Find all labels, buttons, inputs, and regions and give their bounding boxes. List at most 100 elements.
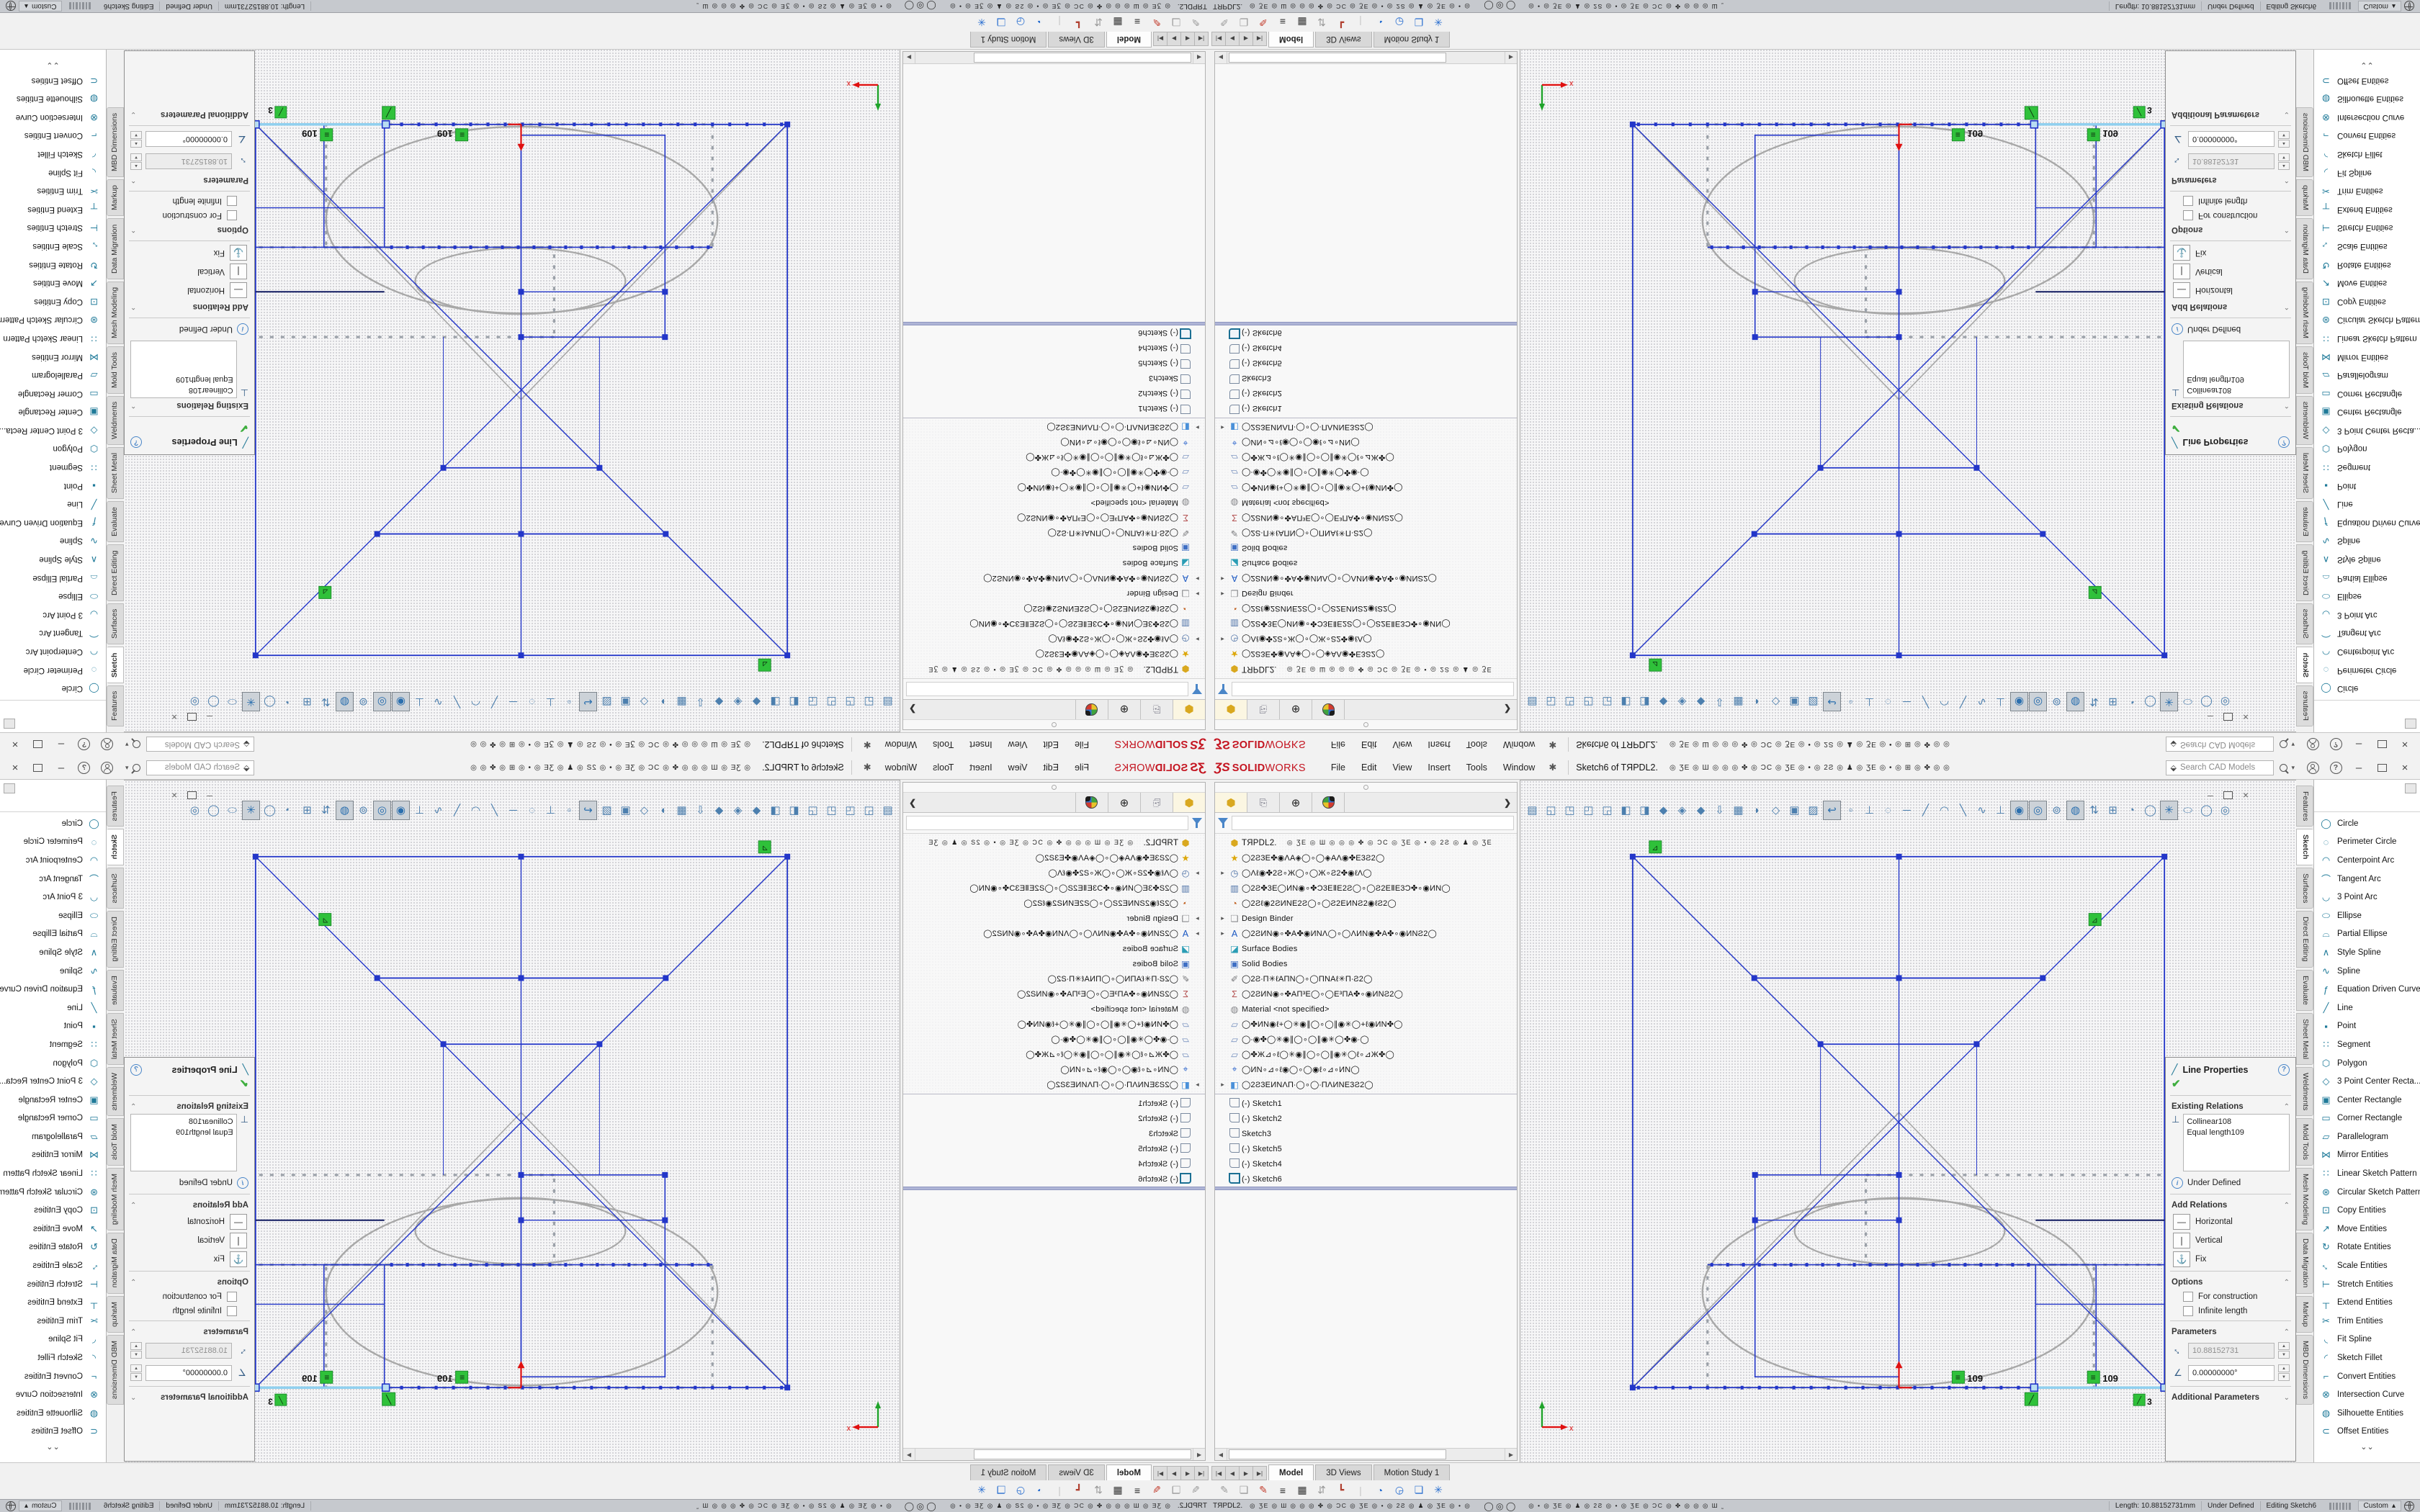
restore-button[interactable]: [2371, 759, 2393, 776]
scroll-thumb[interactable]: [1229, 53, 1446, 63]
tree-item[interactable]: ⌖ ◯ИN∘⊿∘ℓ◉◯∘◯◉ℓ∘⊿∘ИN◯: [903, 435, 1205, 450]
spinner[interactable]: ▲▼: [130, 1342, 142, 1359]
tree-split-bar[interactable]: [903, 322, 1205, 325]
palette-tool[interactable]: ◠ Centerpoint Arc: [2314, 851, 2420, 870]
palette-tool[interactable]: ◍ Silhouette Entities: [2314, 89, 2420, 108]
configurationmanager-tab[interactable]: ⊕: [1280, 700, 1312, 719]
display-style-selector[interactable]: Custom ▴: [2358, 1, 2401, 12]
palette-tool[interactable]: ∷ Linear Sketch Pattern: [0, 1164, 106, 1183]
tree-item[interactable]: A ◯2ƧИN◉∘✤A✤◉ИNΛ◯∘◯ΛИN◉✤A✤∘◉ИNƧ2◯: [903, 926, 1205, 941]
tree-item[interactable]: ⌖ ◯ИN∘⊿∘ℓ◉◯∘◯◉ℓ∘⊿∘ИN◯: [1215, 1062, 1517, 1077]
palette-tool[interactable]: ◡ 3 Point Arc: [2314, 606, 2420, 624]
section-existing-relations[interactable]: Existing Relations ⌃: [125, 398, 254, 414]
spinner[interactable]: ▲▼: [2278, 153, 2290, 170]
user-account-button[interactable]: [2302, 736, 2323, 753]
relation-tag-equal-1[interactable]: ≡ 109: [1952, 1371, 1983, 1384]
tree-root-item[interactable]: ⬢ TЯPDL2. ◎ ƷΕ ◎ Ш ◎ ◎ ◎ ✤ ◎ ƆC ◎ ƷΕ ◎ •…: [1215, 662, 1517, 677]
user-account-button[interactable]: [2302, 759, 2323, 776]
expander-icon[interactable]: [1218, 590, 1227, 598]
scroll-track[interactable]: [1227, 1449, 1505, 1460]
palette-tool[interactable]: ◟ Fit Spline: [2314, 1331, 2420, 1349]
scroll-left-arrow[interactable]: ◀: [1215, 1449, 1227, 1460]
commandmanager-tab[interactable]: Features: [2296, 685, 2313, 726]
tree-item[interactable]: ✐ ◯2Ƨ∙Π✳ℓAΠN◯∘◯ΠNAℓ✳Π∙Ƨ2◯: [1215, 971, 1517, 986]
sketch-rect-right[interactable]: [324, 125, 385, 248]
bottom-toolbar-icon[interactable]: ❏: [1235, 1482, 1252, 1498]
bottom-toolbar-icon[interactable]: ✳: [1430, 1482, 1447, 1498]
tree-item[interactable]: ◪ Surface Bodies: [903, 941, 1205, 956]
palette-tool[interactable]: ◇ 3 Point Center Recta...: [2314, 1072, 2420, 1091]
sketch-list-item[interactable]: (-) Sketch1: [903, 1096, 1205, 1111]
palette-tool[interactable]: ▪ Point: [2314, 1017, 2420, 1036]
parameter-field[interactable]: 0.00000000°: [2188, 1365, 2275, 1381]
spinner[interactable]: ▲▼: [130, 131, 142, 148]
tree-item[interactable]: ▥ ◯2Ƨ✤3Ε◯ИN◉∘✤Ɔ3ΕⅡΕ2Ƨ◯∘◯Ƨ2ΕⅡΕ3Ɔ✤∘◉ИN◯: [1215, 881, 1517, 896]
scroll-thumb[interactable]: [1229, 1449, 1446, 1459]
ok-checkmark-button[interactable]: ✔: [2166, 419, 2295, 435]
palette-tool[interactable]: ◯ Circle: [2314, 814, 2420, 833]
expander-icon[interactable]: [1218, 1081, 1227, 1089]
spinner[interactable]: ▲▼: [2278, 131, 2290, 148]
tree-item[interactable]: ◪ Surface Bodies: [903, 556, 1205, 571]
globe-icon[interactable]: [2404, 1, 2414, 12]
palette-tool[interactable]: ⊛ Circular Sketch Pattern: [0, 311, 106, 330]
commandmanager-tab[interactable]: Surfaces: [107, 603, 124, 644]
menu-item[interactable]: Tools: [925, 737, 962, 752]
relation-tag-equal-2[interactable]: ≡ 109: [302, 128, 333, 141]
palette-tool[interactable]: ⌐ Convert Entities: [2314, 1367, 2420, 1386]
bottom-toolbar-icon[interactable]: ◔: [1371, 1482, 1389, 1498]
commandmanager-tab[interactable]: Direct Editing: [107, 911, 124, 967]
expander-icon[interactable]: [1218, 635, 1227, 643]
collapse-icon[interactable]: ⌃: [2284, 226, 2290, 234]
add-relation-button[interactable]: ❘ Vertical: [125, 262, 254, 281]
tree-item[interactable]: A ◯2ƧИN◉∘✤A✤◉ИNΛ◯∘◯ΛИN◉✤A✤∘◉ИNƧ2◯: [903, 571, 1205, 586]
search-icon[interactable]: [2280, 764, 2287, 772]
panel-splitter-handle[interactable]: [903, 783, 1205, 793]
tab-nav-button[interactable]: ▶: [1239, 32, 1252, 46]
expander-icon[interactable]: [1193, 914, 1202, 922]
relation-tag-collinear-right[interactable]: ⊿: [2089, 586, 2101, 598]
expander-icon[interactable]: [1193, 590, 1202, 598]
tab-nav-button[interactable]: ▶|: [1252, 1466, 1267, 1480]
tree-filter-input[interactable]: [906, 682, 1188, 696]
sketch-list-item[interactable]: (-) Sketch2: [903, 386, 1205, 401]
relation-entry[interactable]: Collinear108: [134, 1117, 233, 1128]
palette-tool[interactable]: ⊡ Copy Entities: [2314, 292, 2420, 311]
palette-tool[interactable]: ◜ Sketch Fillet: [0, 145, 106, 163]
commandmanager-tab[interactable]: Weldments: [107, 396, 124, 445]
expander-icon[interactable]: [1193, 1081, 1202, 1089]
section-existing-relations[interactable]: Existing Relations ⌃: [2166, 398, 2295, 414]
palette-tool[interactable]: ∷ Segment: [2314, 1035, 2420, 1054]
scroll-left-arrow[interactable]: ◀: [1193, 1449, 1205, 1460]
commandmanager-tab[interactable]: Surfaces: [107, 868, 124, 909]
close-button[interactable]: ×: [2394, 736, 2416, 753]
scroll-right-arrow[interactable]: ▶: [903, 1449, 915, 1460]
tree-item[interactable]: ▣ Solid Bodies: [1215, 541, 1517, 556]
commandmanager-tab[interactable]: Markup: [107, 179, 124, 216]
tree-item[interactable]: ▱ ◯✤ИN◉ℓ+◯✳◉∥◯∘◯∥◉✳◯+ℓ◉ИN✤◯: [903, 480, 1205, 495]
display-style-selector[interactable]: Custom ▴: [19, 1, 62, 12]
relation-tag-slash[interactable]: ╱: [382, 107, 395, 120]
tree-item[interactable]: ▱ ◯∙◉✤◯✳◉∥◯∘◯∥◉✳◯✤◉∙◯: [903, 1032, 1205, 1047]
close-button[interactable]: ×: [4, 736, 26, 753]
palette-tool[interactable]: ⋈ Mirror Entities: [0, 1146, 106, 1165]
sketch-list-item[interactable]: (-) Sketch5: [903, 356, 1205, 371]
tree-item[interactable]: Σ ◯2ƧИN◉∘✤AΠ³Ε◯∘◯Ε³ΠA✤∘◉ИNƧ2◯: [1215, 510, 1517, 526]
tree-item[interactable]: ◧ ◯2Ƨ3ΕИNΛΠ∙◯∘◯∙ΠΛИNΕ3Ƨ2◯: [1215, 420, 1517, 435]
palette-pin-icon[interactable]: [4, 719, 15, 729]
commandmanager-tab[interactable]: MBD Dimensions: [2296, 107, 2313, 177]
relation-tag-equal-1[interactable]: ≡ 109: [1952, 128, 1983, 141]
displaymanager-tab[interactable]: [1312, 700, 1345, 719]
sketch-list-item[interactable]: Sketch3: [903, 371, 1205, 386]
relations-listbox[interactable]: Collinear108Equal length109: [130, 341, 237, 398]
tree-item[interactable]: ⌖ ◯ИN∘⊿∘ℓ◉◯∘◯◉ℓ∘⊿∘ИN◯: [903, 1062, 1205, 1077]
palette-tool[interactable]: ⌒ Tangent Arc: [2314, 624, 2420, 643]
palette-tool[interactable]: ∿ Spline: [2314, 962, 2420, 981]
tab-nav-button[interactable]: ▶: [1239, 1466, 1252, 1480]
palette-tool[interactable]: ∿ Spline: [0, 962, 106, 981]
tree-item[interactable]: ▥ ◯2Ƨ✤3Ε◯ИN◉∘✤Ɔ3ΕⅡΕ2Ƨ◯∘◯Ƨ2ΕⅡΕ3Ɔ✤∘◉ИN◯: [1215, 616, 1517, 631]
expand-icon[interactable]: ⌄: [130, 1394, 136, 1402]
relation-entry[interactable]: Collinear108: [134, 384, 233, 395]
tree-item[interactable]: ▱ ◯∙◉✤◯✳◉∥◯∘◯∥◉✳◯✤◉∙◯: [1215, 465, 1517, 480]
sketch-list-item[interactable]: (-) Sketch1: [1215, 401, 1517, 416]
